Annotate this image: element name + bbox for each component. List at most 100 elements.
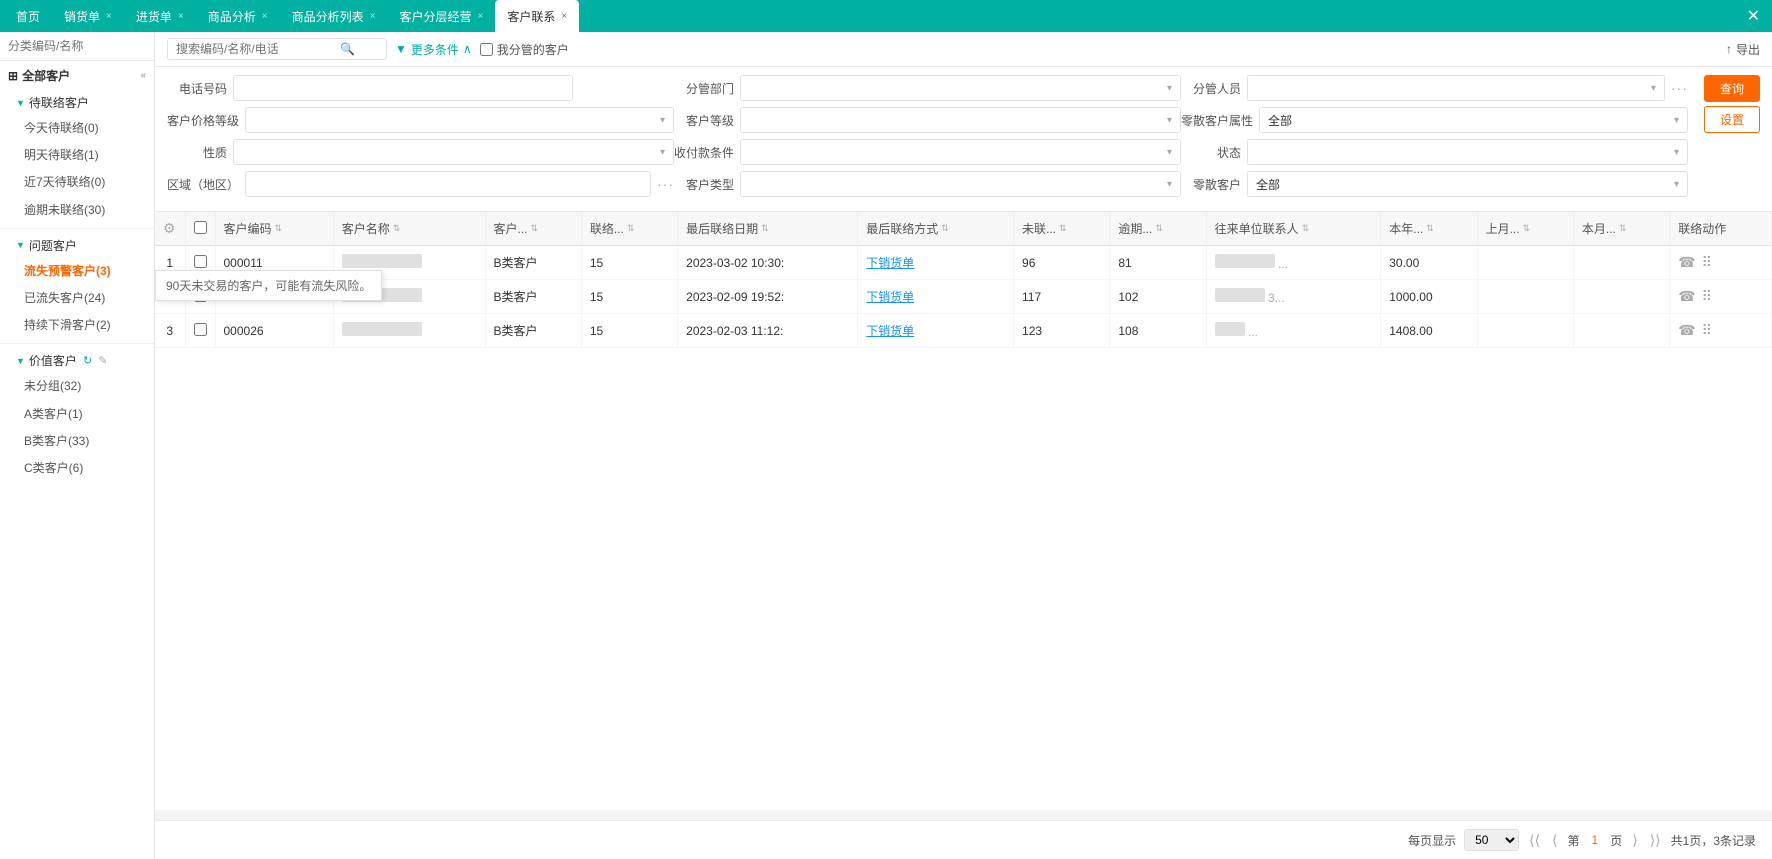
more-action-icon-1[interactable]: ⠿ bbox=[1702, 254, 1712, 271]
th-overdue[interactable]: 逾期... ⇅ bbox=[1110, 212, 1206, 246]
close-sales-tab-icon[interactable]: × bbox=[106, 11, 112, 22]
th-uncontacted[interactable]: 未联... ⇅ bbox=[1014, 212, 1110, 246]
region-select[interactable] bbox=[245, 171, 651, 197]
last-method-link-3[interactable]: 下销货单 bbox=[866, 324, 914, 338]
th-last-method[interactable]: 最后联络方式 ⇅ bbox=[858, 212, 1014, 246]
table-header-row: ⚙ 客户编码 ⇅ 客户名称 bbox=[155, 212, 1772, 246]
my-customers-check[interactable]: 我分管的客户 bbox=[480, 41, 569, 58]
close-customer-contact-tab-icon[interactable]: × bbox=[561, 11, 567, 22]
th-name[interactable]: 客户名称 ⇅ bbox=[333, 212, 485, 246]
tab-analysis-list[interactable]: 商品分析列表 × bbox=[280, 0, 388, 32]
th-last-month[interactable]: 上月... ⇅ bbox=[1477, 212, 1573, 246]
search-input[interactable] bbox=[176, 42, 336, 56]
sidebar-item-overdue-pending[interactable]: 逾期未联络(30) bbox=[0, 197, 154, 224]
sort-this-month-icon: ⇅ bbox=[1619, 223, 1627, 234]
export-btn[interactable]: ↑ 导出 bbox=[1726, 41, 1760, 58]
sidebar-item-ungrouped[interactable]: 未分组(32) bbox=[0, 373, 154, 400]
my-customers-checkbox[interactable] bbox=[480, 43, 493, 56]
td-type-3: B类客户 bbox=[485, 314, 581, 348]
tab-sales[interactable]: 销货单 × bbox=[52, 0, 124, 32]
sidebar-item-tomorrow-pending[interactable]: 明天待联络(1) bbox=[0, 142, 154, 169]
price-level-select[interactable]: ▾ bbox=[245, 107, 674, 133]
sidebar-item-churn-warning[interactable]: 流失预警客户(3) bbox=[0, 258, 154, 285]
refresh-icon[interactable]: ↻ bbox=[83, 354, 92, 367]
sidebar-item-class-a[interactable]: A类客户(1) bbox=[0, 401, 154, 428]
horizontal-scrollbar[interactable] bbox=[155, 810, 1772, 820]
query-button[interactable]: 查询 bbox=[1704, 75, 1760, 102]
more-conditions-btn[interactable]: ▼ 更多条件 ∧ bbox=[395, 41, 472, 58]
th-this-year[interactable]: 本年... ⇅ bbox=[1381, 212, 1477, 246]
manager-dots-btn[interactable]: ··· bbox=[1671, 80, 1688, 96]
td-checkbox-3[interactable] bbox=[185, 314, 215, 348]
sidebar-item-today-pending[interactable]: 今天待联络(0) bbox=[0, 115, 154, 142]
row-checkbox-1[interactable] bbox=[194, 255, 207, 268]
th-type[interactable]: 客户... ⇅ bbox=[485, 212, 581, 246]
nature-select[interactable]: ▾ bbox=[233, 139, 674, 165]
dept-select[interactable]: ▾ bbox=[740, 75, 1181, 101]
last-method-link-2[interactable]: 下销货单 bbox=[866, 290, 914, 304]
collapse-sidebar-icon[interactable]: « bbox=[140, 70, 146, 81]
td-action-3: ☎ ⠿ bbox=[1670, 314, 1772, 348]
th-checkbox[interactable] bbox=[185, 212, 215, 246]
select-all-checkbox[interactable] bbox=[194, 221, 207, 234]
tab-customer-contact[interactable]: 客户联系 × bbox=[495, 0, 579, 32]
last-page-icon[interactable]: ⟩⟩ bbox=[1648, 832, 1663, 849]
close-analysis-tab-icon[interactable]: × bbox=[262, 11, 268, 22]
all-customers-header[interactable]: ⊞ 全部客户 « bbox=[0, 61, 154, 90]
cust-level-select[interactable]: ▾ bbox=[740, 107, 1181, 133]
sidebar-group-problem[interactable]: ▼ 问题客户 bbox=[0, 233, 154, 258]
row-checkbox-3[interactable] bbox=[194, 323, 207, 336]
manager-select[interactable]: ▾ bbox=[1247, 75, 1665, 101]
sidebar-group-pending[interactable]: ▼ 待联络客户 bbox=[0, 90, 154, 115]
tab-home[interactable]: 首页 bbox=[4, 0, 52, 32]
settings-button[interactable]: 设置 bbox=[1704, 106, 1760, 133]
first-page-icon[interactable]: ⟨⟨ bbox=[1527, 832, 1542, 849]
more-action-icon-2[interactable]: ⠿ bbox=[1702, 288, 1712, 305]
sidebar-search-input[interactable] bbox=[8, 39, 155, 53]
tab-analysis[interactable]: 商品分析 × bbox=[196, 0, 280, 32]
region-dots-btn[interactable]: ··· bbox=[657, 176, 674, 192]
sidebar-group-value[interactable]: ▼ 价值客户 ↻ ✎ bbox=[0, 348, 154, 373]
sidebar-item-7day-pending[interactable]: 近7天待联络(0) bbox=[0, 169, 154, 196]
status-select[interactable]: ▾ bbox=[1247, 139, 1688, 165]
close-analysis-list-tab-icon[interactable]: × bbox=[370, 11, 376, 22]
td-last-method-2[interactable]: 下销货单 bbox=[858, 280, 1014, 314]
td-last-method-1[interactable]: 下销货单 bbox=[858, 246, 1014, 280]
contact-action-icon-3[interactable]: ☎ bbox=[1678, 322, 1695, 339]
sidebar-item-class-c[interactable]: C类客户(6) bbox=[0, 455, 154, 482]
close-customer-segment-tab-icon[interactable]: × bbox=[477, 11, 483, 22]
th-code[interactable]: 客户编码 ⇅ bbox=[215, 212, 333, 246]
th-this-month[interactable]: 本月... ⇅ bbox=[1573, 212, 1669, 246]
td-action-2: ☎ ⠿ bbox=[1670, 280, 1772, 314]
next-page-icon[interactable]: ⟩ bbox=[1630, 832, 1639, 849]
contact-action-icon-2[interactable]: ☎ bbox=[1678, 288, 1695, 305]
edit-icon[interactable]: ✎ bbox=[98, 354, 107, 367]
more-action-icon-3[interactable]: ⠿ bbox=[1702, 322, 1712, 339]
sort-last-method-icon: ⇅ bbox=[941, 223, 949, 234]
tab-purchase[interactable]: 进货单 × bbox=[124, 0, 196, 32]
td-last-method-3[interactable]: 下销货单 bbox=[858, 314, 1014, 348]
th-last-date[interactable]: 最后联络日期 ⇅ bbox=[678, 212, 858, 246]
table-settings-gear-icon[interactable]: ⚙ bbox=[163, 220, 176, 236]
prev-page-icon[interactable]: ⟨ bbox=[1550, 832, 1559, 849]
phone-input[interactable] bbox=[233, 75, 573, 101]
sidebar-item-declining[interactable]: 持续下滑客户(2) bbox=[0, 312, 154, 339]
sidebar-item-class-b[interactable]: B类客户(33) bbox=[0, 428, 154, 455]
last-method-link-1[interactable]: 下销货单 bbox=[866, 256, 914, 270]
sidebar-item-already-churned[interactable]: 已流失客户(24) bbox=[0, 285, 154, 312]
close-purchase-tab-icon[interactable]: × bbox=[178, 11, 184, 22]
tab-customer-segment[interactable]: 客户分层经营 × bbox=[387, 0, 495, 32]
per-page-select[interactable]: 50 100 200 bbox=[1464, 829, 1519, 851]
retail-select[interactable]: 全部 ▾ bbox=[1247, 171, 1688, 197]
th-contact-count[interactable]: 联络... ⇅ bbox=[581, 212, 677, 246]
contact-action-icon-1[interactable]: ☎ bbox=[1678, 254, 1695, 271]
th-settings[interactable]: ⚙ bbox=[155, 212, 185, 246]
retail-attr-select[interactable]: 全部 ▾ bbox=[1259, 107, 1688, 133]
payment-select[interactable]: ▾ bbox=[740, 139, 1181, 165]
th-contact-person[interactable]: 往来单位联系人 ⇅ bbox=[1206, 212, 1381, 246]
grid-icon: ⊞ bbox=[8, 69, 18, 83]
window-close-icon[interactable]: ✕ bbox=[1739, 6, 1768, 26]
cust-type-select[interactable]: ▾ bbox=[740, 171, 1181, 197]
td-this-month-3 bbox=[1573, 314, 1669, 348]
filter-row-2: 客户价格等级 ▾ 客户等级 ▾ bbox=[167, 107, 1688, 133]
